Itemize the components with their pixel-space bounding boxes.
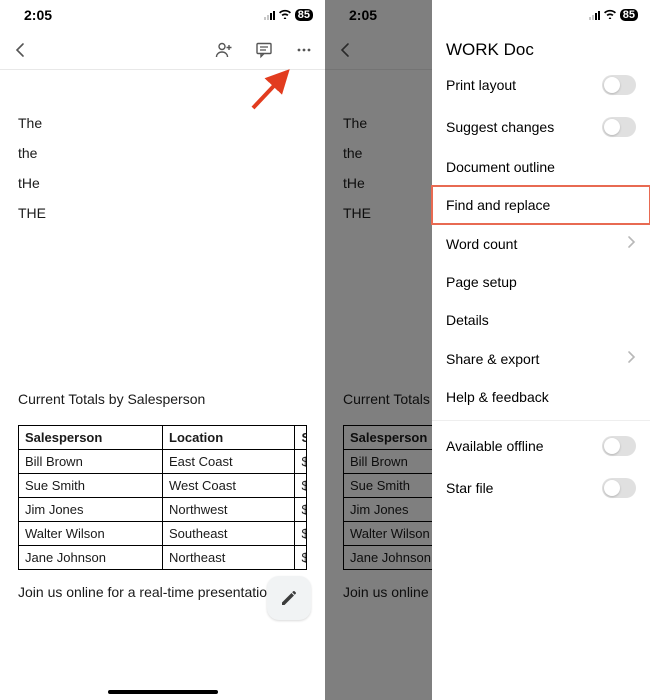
menu-item-suggest-changes[interactable]: Suggest changes [432,106,650,148]
table-cell: West Coast [163,474,295,498]
table-cell: $ [295,498,307,522]
menu-item-label: Word count [446,236,517,252]
table-cell: Southeast [163,522,295,546]
menu-divider [432,420,650,421]
comment-icon[interactable] [253,39,275,61]
table-cell: $ [295,546,307,570]
table-cell: Jim Jones [19,498,163,522]
cellular-icon [264,10,275,20]
wifi-icon [603,8,617,22]
menu-item-label: Share & export [446,351,539,367]
toggle-switch[interactable] [602,478,636,498]
screenshot-left: 2:05 85 [0,0,325,700]
menu-title: WORK Doc [432,30,650,64]
table-cell: Bill Brown [19,450,163,474]
status-time: 2:05 [349,7,377,23]
doc-word: the [18,145,307,161]
menu-item-share-export[interactable]: Share & export [432,339,650,378]
menu-item-label: Print layout [446,77,516,93]
toggle-switch[interactable] [602,117,636,137]
toggle-switch[interactable] [602,75,636,95]
nav-bar [0,30,325,70]
doc-word: THE [18,205,307,221]
screenshot-right: 2:05 85 ThethetHeTHE Current Totals by S… [325,0,650,700]
table-row: Sue SmithWest Coast$ [19,474,307,498]
wifi-icon [278,8,292,22]
table-row: Jane JohnsonNortheast$ [19,546,307,570]
table-row: Bill BrownEast Coast$ [19,450,307,474]
battery-icon: 85 [295,9,313,21]
menu-item-label: Document outline [446,159,555,175]
menu-item-label: Find and replace [446,197,550,213]
menu-item-label: Help & feedback [446,389,549,405]
overflow-menu-sheet: 2:05 85 WORK Doc Print layout Suggest cha… [432,0,650,700]
menu-item-available-offline[interactable]: Available offline [432,425,650,467]
table-cell: East Coast [163,450,295,474]
table-cell: Northwest [163,498,295,522]
table-cell: Jane Johnson [19,546,163,570]
status-right: 85 [589,8,638,22]
table-cell: Walter Wilson [19,522,163,546]
menu-item-details[interactable]: Details [432,301,650,339]
section-title: Current Totals by Salesperson [18,391,307,407]
menu-item-label: Page setup [446,274,517,290]
table-header: S [295,426,307,450]
cellular-icon [589,10,600,20]
sales-table: SalespersonLocationS Bill BrownEast Coas… [18,425,307,570]
add-person-icon[interactable] [213,39,235,61]
menu-item-label: Star file [446,480,493,496]
menu-item-word-count[interactable]: Word count [432,224,650,263]
table-cell: Northeast [163,546,295,570]
back-icon[interactable] [335,39,357,61]
chevron-right-icon [626,350,636,367]
menu-item-help-feedback[interactable]: Help & feedback [432,378,650,416]
status-bar: 2:05 85 [0,0,325,30]
menu-item-print-layout[interactable]: Print layout [432,64,650,106]
status-right: 85 [264,8,313,22]
more-icon[interactable] [293,39,315,61]
chevron-right-icon [626,235,636,252]
menu-item-label: Available offline [446,438,544,454]
table-cell: $ [295,474,307,498]
back-icon[interactable] [10,39,32,61]
menu-item-label: Suggest changes [446,119,554,135]
table-row: Walter WilsonSoutheast$ [19,522,307,546]
doc-word: tHe [18,175,307,191]
table-cell: $ [295,450,307,474]
battery-icon: 85 [620,9,638,21]
table-header: Salesperson [19,426,163,450]
menu-item-label: Details [446,312,489,328]
doc-footer-text: Join us online for a real-time presentat… [18,584,307,600]
status-time: 2:05 [24,7,52,23]
table-cell: Sue Smith [19,474,163,498]
edit-button[interactable] [267,576,311,620]
doc-word: The [18,115,307,131]
status-bar: 2:05 85 [432,0,650,30]
menu-item-find-and-replace[interactable]: Find and replace [432,186,650,224]
table-cell: $ [295,522,307,546]
document-body: The the tHe THE Current Totals by Salespers… [0,70,325,600]
table-row: Jim JonesNorthwest$ [19,498,307,522]
menu-item-document-outline[interactable]: Document outline [432,148,650,186]
menu-item-page-setup[interactable]: Page setup [432,263,650,301]
home-indicator [108,690,218,694]
menu-item-star-file[interactable]: Star file [432,467,650,509]
toggle-switch[interactable] [602,436,636,456]
table-header: Location [163,426,295,450]
